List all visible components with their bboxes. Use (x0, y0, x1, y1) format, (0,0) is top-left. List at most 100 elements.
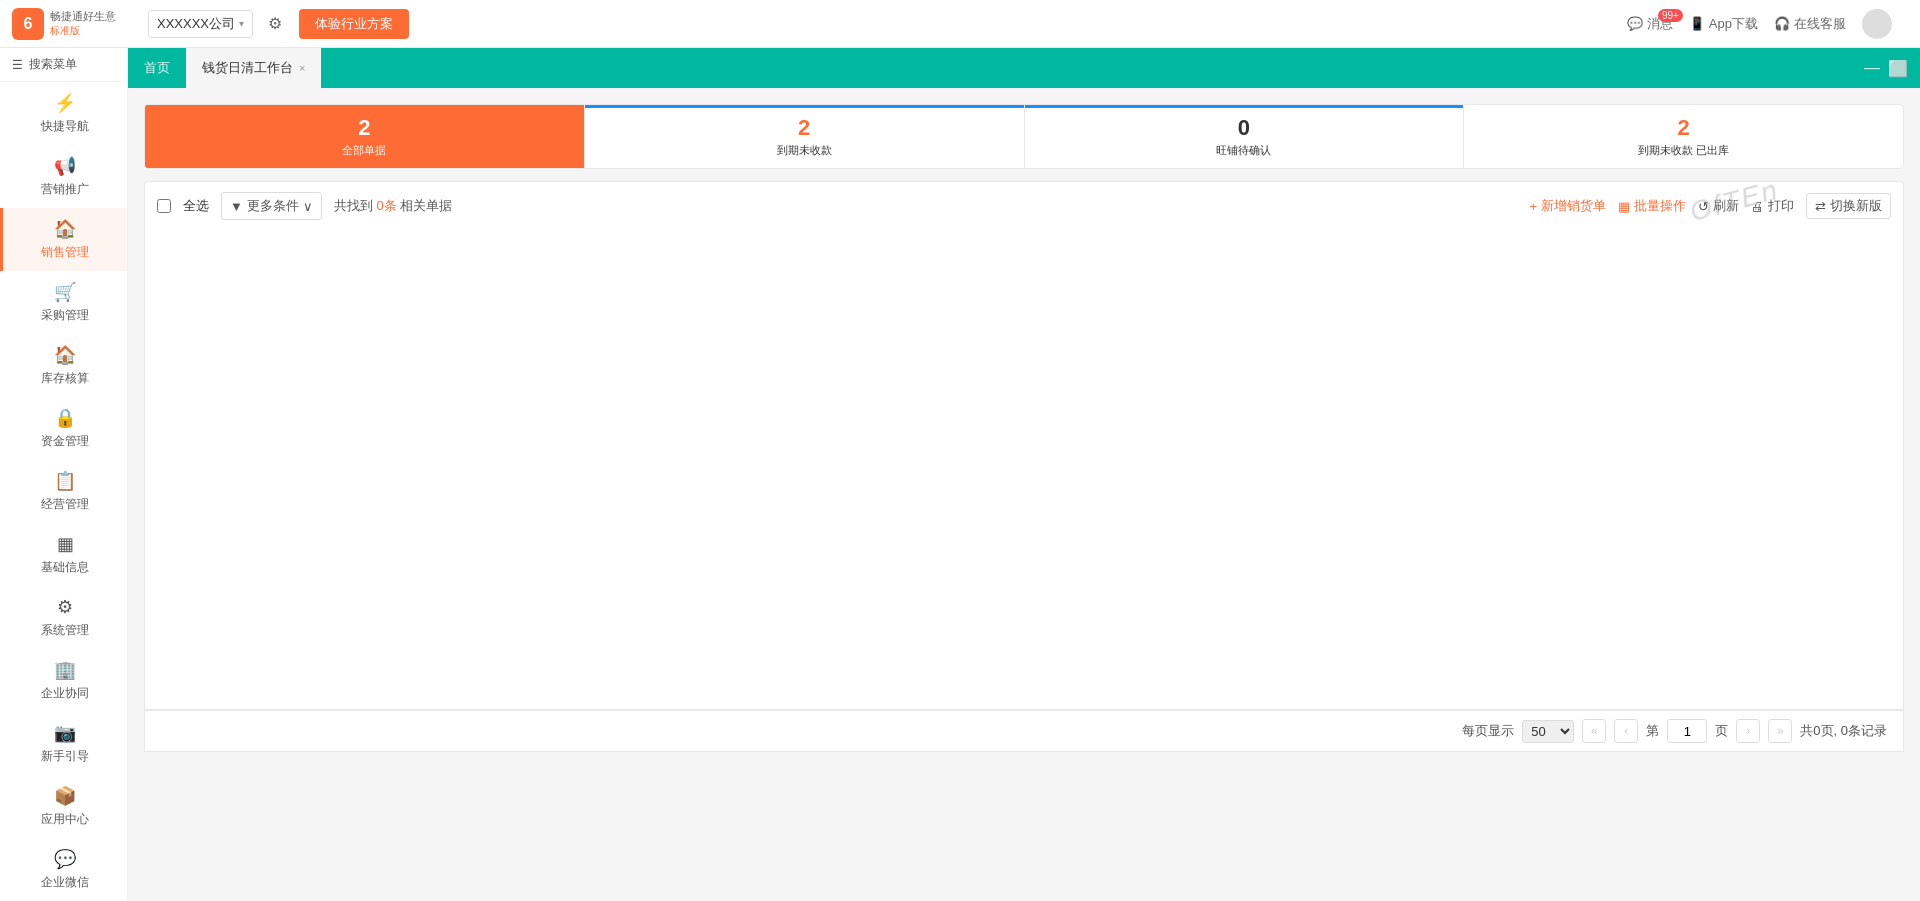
stats-tab-overdue-out-num: 2 (1472, 115, 1895, 141)
grid-icon: ▦ (57, 533, 74, 555)
sidebar-item-system[interactable]: ⚙ 系统管理 (0, 586, 127, 649)
tab-active[interactable]: 钱货日清工作台 × (186, 48, 321, 88)
next-page-button[interactable]: › (1736, 719, 1760, 743)
stats-tab-overdue-num: 2 (593, 115, 1016, 141)
print-icon: 🖨 (1751, 199, 1764, 214)
page-number-input[interactable] (1667, 719, 1707, 743)
maximize-icon[interactable]: ⬜ (1888, 59, 1908, 78)
batch-operation-button[interactable]: ▦ 批量操作 (1618, 197, 1686, 215)
phone-icon: 📱 (1689, 16, 1705, 31)
logo-badge: 标准版 (50, 24, 116, 38)
sidebar-item-label: 应用中心 (41, 811, 89, 828)
sidebar-item-newbie[interactable]: 📷 新手引导 (0, 712, 127, 775)
home2-icon: 🏠 (54, 344, 76, 366)
stats-tab-overdue-label: 到期未收款 (593, 143, 1016, 158)
last-page-button[interactable]: » (1768, 719, 1792, 743)
tab-home-label: 首页 (144, 59, 170, 77)
lightning-icon: ⚡ (54, 92, 76, 114)
stats-tab-pending[interactable]: 0 旺铺待确认 (1025, 105, 1465, 168)
sidebar-item-app-center[interactable]: 📦 应用中心 (0, 775, 127, 838)
app-download-button[interactable]: 📱 App下载 (1689, 15, 1758, 33)
sidebar-item-label: 库存核算 (41, 370, 89, 387)
pagination: 每页显示 50 20 100 « ‹ 第 页 › » 共0页, 0条记录 (144, 710, 1904, 752)
app-label: App下载 (1709, 15, 1758, 33)
sidebar-item-sales[interactable]: 🏠 销售管理 (0, 208, 127, 271)
sidebar-item-label: 企业协同 (41, 685, 89, 702)
megaphone-icon: 📢 (54, 155, 76, 177)
switch-icon: ⇄ (1815, 199, 1826, 214)
found-count: 0条 (377, 198, 397, 213)
found-suffix: 相关单据 (400, 198, 452, 213)
first-page-button[interactable]: « (1582, 719, 1606, 743)
page-size-select[interactable]: 50 20 100 (1522, 720, 1574, 743)
plus-icon: + (1529, 199, 1537, 214)
select-all-checkbox[interactable] (157, 199, 171, 213)
found-text: 共找到 0条 相关单据 (334, 197, 452, 215)
tab-bar: 首页 钱货日清工作台 × — ⬜ (128, 48, 1920, 88)
settings-icon[interactable]: ⚙ (261, 10, 289, 38)
page-prefix: 第 (1646, 722, 1659, 740)
logo-icon: 6 (12, 8, 44, 40)
prev-page-button[interactable]: ‹ (1614, 719, 1638, 743)
sidebar-item-inventory[interactable]: 🏠 库存核算 (0, 334, 127, 397)
select-all-label: 全选 (183, 197, 209, 215)
chevron-down-icon: ▾ (239, 18, 244, 29)
tab-home[interactable]: 首页 (128, 48, 186, 88)
sidebar-item-operation[interactable]: 📋 经营管理 (0, 460, 127, 523)
refresh-icon: ↺ (1698, 199, 1709, 214)
sidebar-item-base-info[interactable]: ▦ 基础信息 (0, 523, 127, 586)
clipboard-icon: 📋 (54, 470, 76, 492)
sidebar-item-enterprise[interactable]: 🏢 企业协同 (0, 649, 127, 712)
sidebar-item-quick-nav[interactable]: ⚡ 快捷导航 (0, 82, 127, 145)
found-prefix: 共找到 (334, 198, 373, 213)
tab-actions: — ⬜ (1864, 59, 1920, 78)
stats-tab-overdue[interactable]: 2 到期未收款 (585, 105, 1025, 168)
search-menu-item[interactable]: ☰ 搜索菜单 (0, 48, 127, 82)
switch-version-button[interactable]: ⇄ 切换新版 (1806, 193, 1891, 219)
sidebar-item-label: 营销推广 (41, 181, 89, 198)
building-icon: 🏢 (54, 659, 76, 681)
filter-button[interactable]: ▼ 更多条件 ∨ (221, 192, 322, 220)
avatar[interactable] (1862, 9, 1892, 39)
print-button[interactable]: 🖨 打印 (1751, 197, 1794, 215)
toolbar: 全选 ▼ 更多条件 ∨ 共找到 0条 相关单据 + 新增销货单 ▦ 批量操作 (144, 181, 1904, 230)
sidebar-item-wechat[interactable]: 💬 企业微信 (0, 838, 127, 901)
sidebar-item-purchase[interactable]: 🛒 采购管理 (0, 271, 127, 334)
add-btn-label: 新增销货单 (1541, 197, 1606, 215)
online-service-button[interactable]: 🎧 在线客服 (1774, 15, 1846, 33)
sidebar-item-label: 系统管理 (41, 622, 89, 639)
messages-button[interactable]: 💬 消息 99+ (1627, 15, 1673, 33)
lock-icon: 🔒 (54, 407, 76, 429)
trial-button[interactable]: 体验行业方案 (299, 9, 409, 39)
stats-tab-pending-label: 旺铺待确认 (1033, 143, 1456, 158)
minimize-icon[interactable]: — (1864, 59, 1880, 77)
search-menu-label: 搜索菜单 (29, 56, 77, 73)
search-icon: ☰ (12, 58, 23, 72)
chat-icon: 💬 (54, 848, 76, 870)
refresh-button[interactable]: ↺ 刷新 (1698, 197, 1739, 215)
switch-label: 切换新版 (1830, 197, 1882, 215)
logo: 6 畅捷通好生意 标准版 (12, 8, 140, 40)
logo-name: 畅捷通好生意 (50, 9, 116, 23)
filter-icon: ▼ (230, 199, 243, 214)
page-suffix: 页 (1715, 722, 1728, 740)
sidebar-item-label: 基础信息 (41, 559, 89, 576)
refresh-label: 刷新 (1713, 197, 1739, 215)
stats-tab-overdue-out[interactable]: 2 到期未收款 已出库 (1464, 105, 1903, 168)
sidebar-item-finance[interactable]: 🔒 资金管理 (0, 397, 127, 460)
sidebar-item-label: 销售管理 (41, 244, 89, 261)
filter-label: 更多条件 (247, 197, 299, 215)
company-name: XXXXXX公司 (157, 15, 235, 33)
chevron-down-icon: ∨ (303, 199, 313, 214)
company-selector[interactable]: XXXXXX公司 ▾ (148, 10, 253, 38)
sidebar-item-label: 新手引导 (41, 748, 89, 765)
sidebar-item-marketing[interactable]: 📢 营销推广 (0, 145, 127, 208)
sidebar-item-label: 快捷导航 (41, 118, 89, 135)
batch-icon: ▦ (1618, 199, 1630, 214)
stats-tab-all[interactable]: 2 全部单据 (145, 105, 585, 168)
sidebar-item-label: 企业微信 (41, 874, 89, 891)
close-icon[interactable]: × (299, 62, 305, 74)
add-sales-order-button[interactable]: + 新增销货单 (1529, 197, 1606, 215)
house-icon: 🏠 (54, 218, 76, 240)
stats-tabs: 2 全部单据 2 到期未收款 0 旺铺待确认 2 到期未收款 已出库 (144, 104, 1904, 169)
